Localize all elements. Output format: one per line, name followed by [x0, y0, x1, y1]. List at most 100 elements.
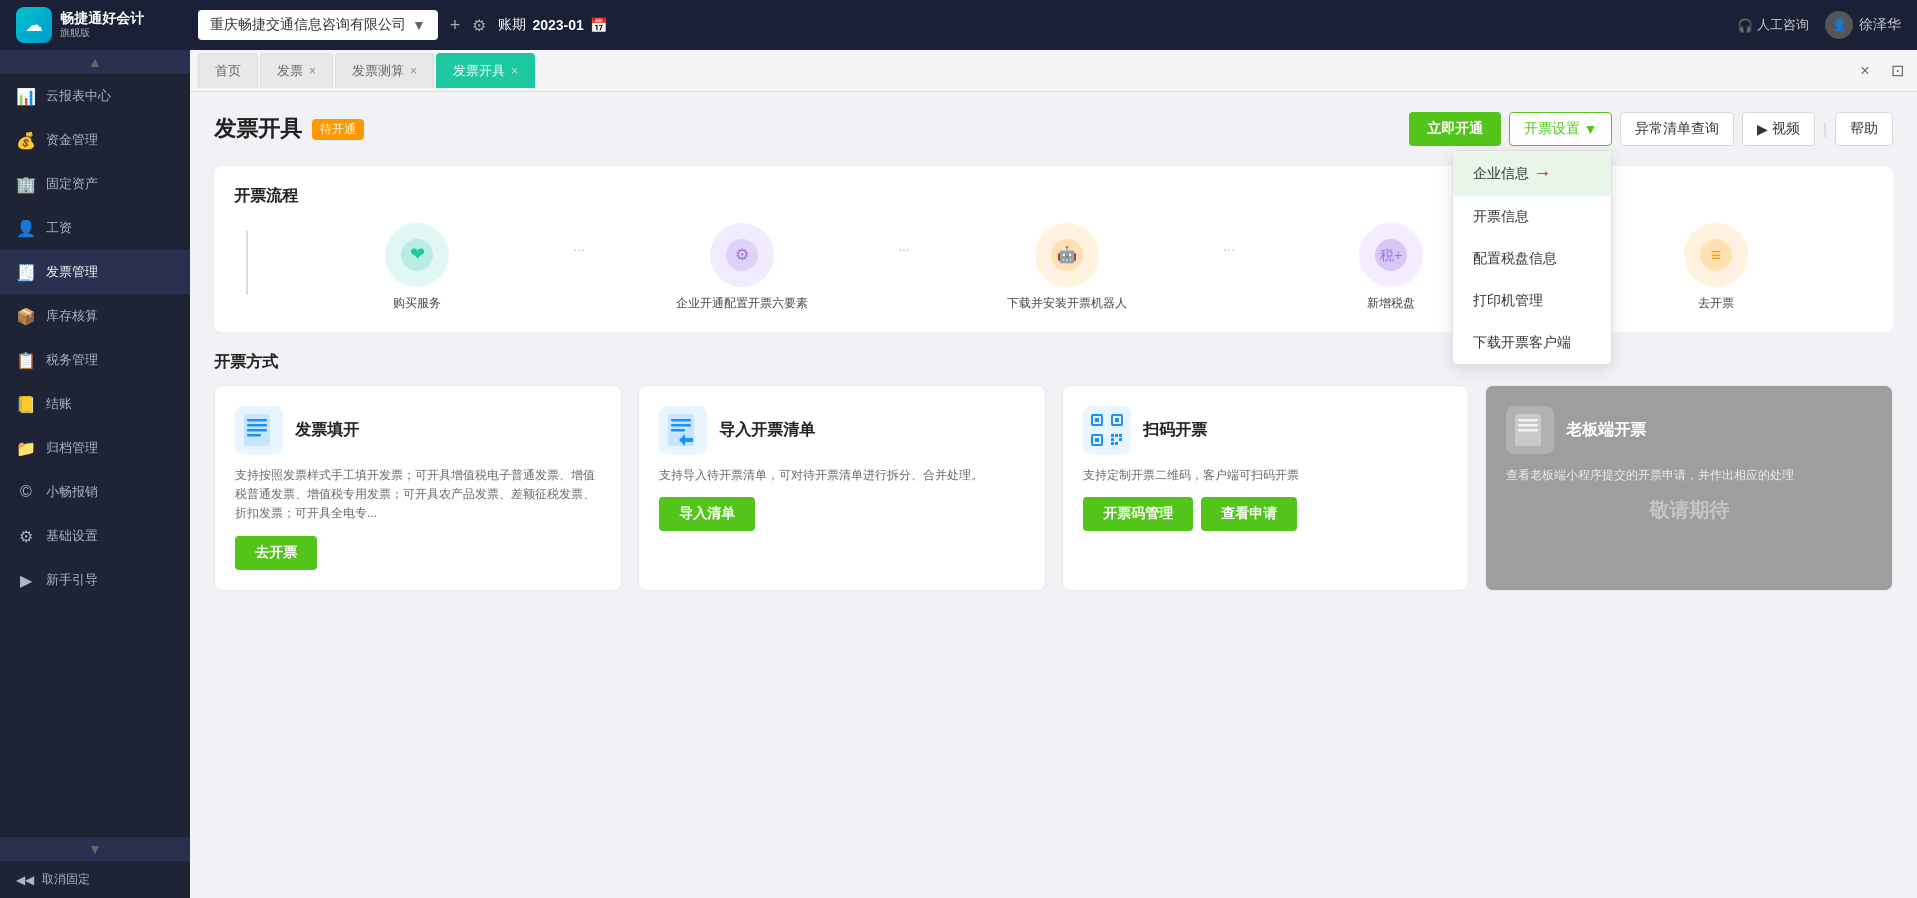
process-tax-icon: 税+ — [1359, 223, 1423, 287]
page-content: 发票开具 待开通 立即开通 开票设置 ▼ — [190, 92, 1917, 898]
company-dropdown-arrow: ▼ — [412, 17, 426, 33]
sidebar-item-fapiaoguanli[interactable]: 🧾 发票管理 — [0, 250, 190, 294]
method-import-button[interactable]: 导入清单 — [659, 497, 755, 531]
sidebar-label-shuiwu: 税务管理 — [46, 351, 98, 369]
anomaly-button[interactable]: 异常清单查询 — [1620, 112, 1734, 146]
method-card-boss: 老板端开票 查看老板端小程序提交的开票申请，并作出相应的处理 敬请期待 — [1485, 385, 1893, 591]
tab-fapiao[interactable]: 发票 × — [260, 53, 333, 88]
svg-rect-29 — [1119, 438, 1122, 441]
process-config-icon: ⚙ — [710, 223, 774, 287]
video-button[interactable]: ▶ 视频 — [1742, 112, 1815, 146]
consult-button[interactable]: 🎧 人工咨询 — [1737, 16, 1809, 34]
svg-rect-22 — [1095, 418, 1099, 422]
svg-text:🤖: 🤖 — [1057, 245, 1077, 264]
sidebar-item-yunbao[interactable]: 📊 云报表中心 — [0, 74, 190, 118]
dropdown-item-kaipiao[interactable]: 开票信息 — [1453, 196, 1611, 238]
unpin-icon: ◀◀ — [16, 873, 34, 887]
process-config-label: 企业开通配置开票六要素 — [676, 295, 808, 312]
top-bar: ☁ 畅捷通好会计 旗舰版 重庆畅捷交通信息咨询有限公司 ▼ + ⚙ 账期 202… — [0, 0, 1917, 50]
company-selector[interactable]: 重庆畅捷交通信息咨询有限公司 ▼ — [198, 10, 438, 40]
top-bar-actions: 🎧 人工咨询 👤 徐泽华 — [1737, 11, 1901, 39]
add-tab-button[interactable]: + — [450, 15, 461, 36]
svg-rect-17 — [671, 424, 691, 427]
sidebar-item-guidang[interactable]: 📁 归档管理 — [0, 426, 190, 470]
sidebar-item-gongzi[interactable]: 👤 工资 — [0, 206, 190, 250]
tab-fapiao-kaiju-label: 发票开具 — [453, 62, 505, 80]
sidebar-label-zijin: 资金管理 — [46, 131, 98, 149]
dropdown-qiye-label: 企业信息 — [1473, 165, 1529, 183]
sidebar-label-gongzi: 工资 — [46, 219, 72, 237]
svg-rect-13 — [247, 429, 267, 432]
tab-fapiao-close[interactable]: × — [309, 64, 316, 78]
dropdown-xiazai-label: 下载开票客户端 — [1473, 334, 1571, 350]
svg-rect-28 — [1111, 438, 1114, 441]
activate-button[interactable]: 立即开通 — [1409, 112, 1501, 146]
unpin-label: 取消固定 — [42, 871, 90, 888]
dropdown-item-qiye[interactable]: 企业信息 → — [1453, 151, 1611, 196]
process-section-title: 开票流程 — [234, 186, 1873, 207]
window-maximize-button[interactable]: ⊡ — [1885, 59, 1909, 83]
fapiaoguanli-icon: 🧾 — [16, 262, 36, 282]
user-area[interactable]: 👤 徐泽华 — [1825, 11, 1901, 39]
sidebar-label-jichu: 基础设置 — [46, 527, 98, 545]
sidebar-item-shuiwu[interactable]: 📋 税务管理 — [0, 338, 190, 382]
sidebar-item-xiaochang[interactable]: © 小畅报销 — [0, 470, 190, 514]
svg-rect-25 — [1111, 434, 1114, 437]
method-card-import: 导入开票清单 支持导入待开票清单，可对待开票清单进行拆分、合并处理。 导入清单 — [638, 385, 1046, 591]
sidebar-item-gudingzichan[interactable]: 🏢 固定资产 — [0, 162, 190, 206]
settings-dropdown-arrow: ▼ — [1584, 121, 1598, 137]
page-header: 发票开具 待开通 立即开通 开票设置 ▼ — [214, 112, 1893, 146]
svg-rect-16 — [671, 419, 691, 422]
step-connector-3: ··· — [1223, 223, 1235, 257]
sidebar-label-yunbao: 云报表中心 — [46, 87, 111, 105]
tab-home[interactable]: 首页 — [198, 53, 258, 88]
sidebar-scroll-up[interactable]: ▲ — [0, 50, 190, 74]
method-scan-manage-button[interactable]: 开票码管理 — [1083, 497, 1193, 531]
gongzi-icon: 👤 — [16, 218, 36, 238]
tab-fapiao-kaiju[interactable]: 发票开具 × — [436, 53, 535, 88]
svg-text:税+: 税+ — [1380, 247, 1402, 263]
kucun-icon: 📦 — [16, 306, 36, 326]
process-tax-label: 新增税盘 — [1367, 295, 1415, 312]
sidebar-unpin-button[interactable]: ◀◀ 取消固定 — [0, 861, 190, 898]
method-fill-button[interactable]: 去开票 — [235, 536, 317, 570]
svg-rect-26 — [1115, 434, 1118, 437]
dropdown-item-peizhi[interactable]: 配置税盘信息 — [1453, 238, 1611, 280]
dropdown-kaipiao-label: 开票信息 — [1473, 208, 1529, 224]
process-buy-icon: ❤ — [385, 223, 449, 287]
method-scan-view-button[interactable]: 查看申请 — [1201, 497, 1297, 531]
method-boss-overlay: 敬请期待 — [1506, 497, 1872, 524]
dropdown-item-xiazai[interactable]: 下载开票客户端 — [1453, 322, 1611, 364]
window-controls: × ⊡ — [1853, 59, 1909, 83]
sidebar-item-zijin[interactable]: 💰 资金管理 — [0, 118, 190, 162]
sidebar-scroll-down[interactable]: ▼ — [0, 837, 190, 861]
settings-button[interactable]: ⚙ — [472, 16, 486, 35]
process-download-label: 下载并安装开票机器人 — [1007, 295, 1127, 312]
avatar-icon: 👤 — [1832, 18, 1847, 32]
sidebar-item-jiezhang[interactable]: 📒 结账 — [0, 382, 190, 426]
method-import-title: 导入开票清单 — [719, 420, 815, 441]
sidebar-item-kucun[interactable]: 📦 库存核算 — [0, 294, 190, 338]
sidebar-item-jichu[interactable]: ⚙ 基础设置 — [0, 514, 190, 558]
logo-text-area: 畅捷通好会计 旗舰版 — [60, 10, 144, 41]
zijin-icon: 💰 — [16, 130, 36, 150]
method-fill-icon — [235, 406, 283, 454]
settings-button[interactable]: 开票设置 ▼ — [1509, 112, 1613, 146]
sidebar-label-xinshou: 新手引导 — [46, 571, 98, 589]
sidebar-label-kucun: 库存核算 — [46, 307, 98, 325]
dropdown-item-dayinji[interactable]: 打印机管理 — [1453, 280, 1611, 322]
sidebar-item-xinshou[interactable]: ▶ 新手引导 — [0, 558, 190, 602]
calendar-icon[interactable]: 📅 — [590, 17, 607, 33]
tab-fapiao-cesuan[interactable]: 发票测算 × — [335, 53, 434, 88]
svg-rect-24 — [1095, 438, 1099, 442]
period-text: 账期 — [498, 16, 526, 34]
guidang-icon: 📁 — [16, 438, 36, 458]
step-connector-1: ··· — [573, 223, 585, 257]
window-close-button[interactable]: × — [1853, 59, 1877, 83]
tab-fapiao-cesuan-close[interactable]: × — [410, 64, 417, 78]
tab-fapiao-kaiju-close[interactable]: × — [511, 64, 518, 78]
svg-text:❤: ❤ — [409, 244, 424, 264]
svg-rect-23 — [1115, 418, 1119, 422]
yunbao-icon: 📊 — [16, 86, 36, 106]
help-button[interactable]: 帮助 — [1835, 112, 1893, 146]
